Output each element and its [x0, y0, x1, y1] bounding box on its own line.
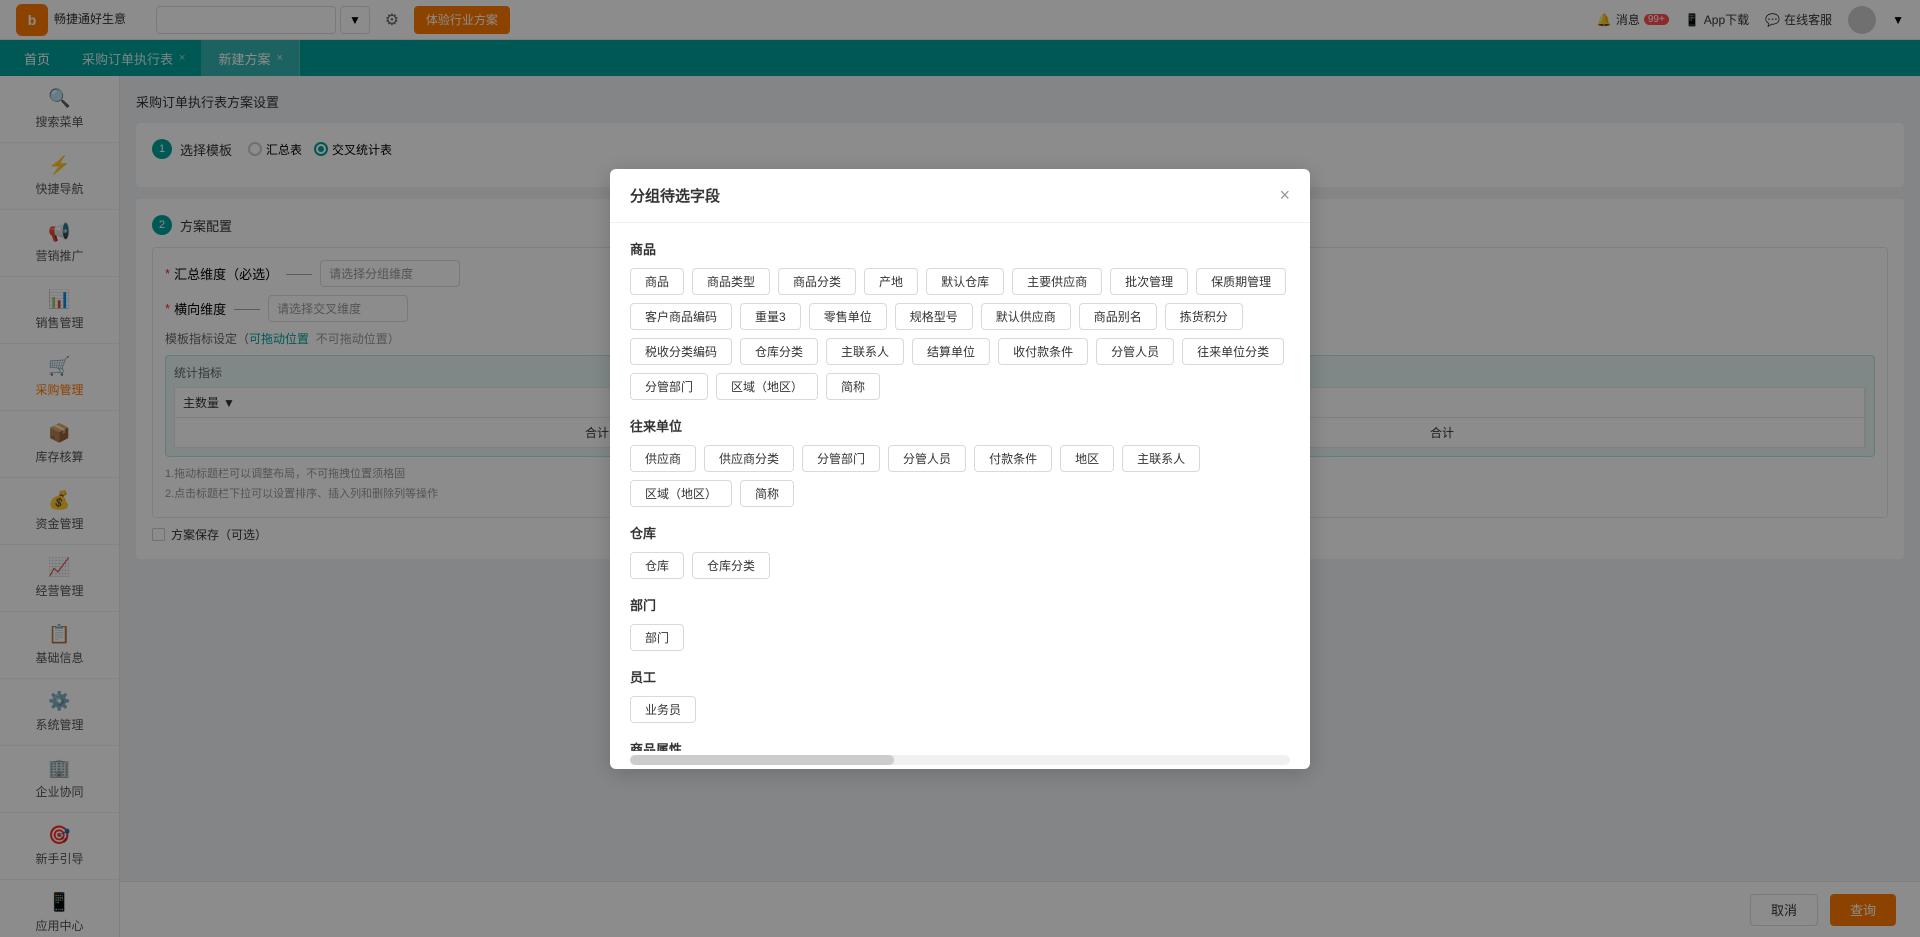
section-employee-title: 员工	[630, 667, 1290, 686]
modal-close-button[interactable]: ×	[1279, 185, 1290, 206]
field-tag-pick-score[interactable]: 拣货积分	[1165, 303, 1243, 330]
field-tag-dept[interactable]: 部门	[630, 624, 684, 651]
section-warehouse: 仓库 仓库 仓库分类	[630, 523, 1290, 579]
field-tag-dept-manage[interactable]: 分管部门	[802, 445, 880, 472]
field-tag-spec-model[interactable]: 规格型号	[895, 303, 973, 330]
section-warehouse-title: 仓库	[630, 523, 1290, 542]
field-tag-product[interactable]: 商品	[630, 268, 684, 295]
field-tag-salesperson[interactable]: 业务员	[630, 696, 696, 723]
field-tag-settlement-unit[interactable]: 结算单位	[912, 338, 990, 365]
field-tag-product-type[interactable]: 商品类型	[692, 268, 770, 295]
field-tag-main-contact-2[interactable]: 主联系人	[1122, 445, 1200, 472]
section-product-attr-title: 商品属性	[630, 739, 1290, 751]
modal-title: 分组待选字段	[630, 185, 720, 206]
section-warehouse-tags: 仓库 仓库分类	[630, 552, 1290, 579]
field-tag-expiry-mgmt[interactable]: 保质期管理	[1196, 268, 1286, 295]
section-partner-tags: 供应商 供应商分类 分管部门 分管人员 付款条件 地区 主联系人 区域（地区） …	[630, 445, 1290, 507]
section-employee-tags: 业务员	[630, 696, 1290, 723]
field-tag-supplier[interactable]: 供应商	[630, 445, 696, 472]
field-tag-staff-manage[interactable]: 分管人员	[888, 445, 966, 472]
section-partner-title: 往来单位	[630, 416, 1290, 435]
field-tag-main-supplier[interactable]: 主要供应商	[1012, 268, 1102, 295]
field-select-modal: 分组待选字段 × 商品 商品 商品类型 商品分类 产地 默认仓库 主要供应商 批…	[610, 169, 1310, 769]
field-tag-product-alias[interactable]: 商品别名	[1079, 303, 1157, 330]
field-tag-batch-mgmt[interactable]: 批次管理	[1110, 268, 1188, 295]
field-tag-supervisor[interactable]: 分管人员	[1096, 338, 1174, 365]
modal-body: 商品 商品 商品类型 商品分类 产地 默认仓库 主要供应商 批次管理 保质期管理…	[610, 223, 1310, 751]
field-tag-abbr[interactable]: 简称	[826, 373, 880, 400]
field-tag-payment-terms[interactable]: 收付款条件	[998, 338, 1088, 365]
field-tag-district[interactable]: 地区	[1060, 445, 1114, 472]
field-tag-payment-cond[interactable]: 付款条件	[974, 445, 1052, 472]
section-product-tags: 商品 商品类型 商品分类 产地 默认仓库 主要供应商 批次管理 保质期管理 客户…	[630, 268, 1290, 400]
field-tag-weight[interactable]: 重量3	[740, 303, 801, 330]
section-department: 部门 部门	[630, 595, 1290, 651]
field-tag-retail-unit[interactable]: 零售单位	[809, 303, 887, 330]
field-tag-region-2[interactable]: 区域（地区）	[630, 480, 732, 507]
section-product: 商品 商品 商品类型 商品分类 产地 默认仓库 主要供应商 批次管理 保质期管理…	[630, 239, 1290, 400]
field-tag-tax-code[interactable]: 税收分类编码	[630, 338, 732, 365]
field-tag-abbr-2[interactable]: 简称	[740, 480, 794, 507]
section-employee: 员工 业务员	[630, 667, 1290, 723]
field-tag-origin[interactable]: 产地	[864, 268, 918, 295]
field-tag-warehouse[interactable]: 仓库	[630, 552, 684, 579]
section-department-title: 部门	[630, 595, 1290, 614]
field-tag-supplier-category[interactable]: 供应商分类	[704, 445, 794, 472]
field-tag-region[interactable]: 区域（地区）	[716, 373, 818, 400]
field-tag-default-supplier[interactable]: 默认供应商	[981, 303, 1071, 330]
section-product-title: 商品	[630, 239, 1290, 258]
modal-header: 分组待选字段 ×	[610, 169, 1310, 223]
field-tag-partner-category[interactable]: 往来单位分类	[1182, 338, 1284, 365]
field-tag-product-category[interactable]: 商品分类	[778, 268, 856, 295]
modal-hscrollbar-thumb	[630, 755, 894, 765]
field-tag-warehouse-category[interactable]: 仓库分类	[740, 338, 818, 365]
section-department-tags: 部门	[630, 624, 1290, 651]
section-partner: 往来单位 供应商 供应商分类 分管部门 分管人员 付款条件 地区 主联系人 区域…	[630, 416, 1290, 507]
field-tag-main-contact[interactable]: 主联系人	[826, 338, 904, 365]
field-tag-customer-code[interactable]: 客户商品编码	[630, 303, 732, 330]
section-product-attr: 商品属性 属性 颜色 多规格 尺码 鞋码 1	[630, 739, 1290, 751]
field-tag-warehouse-cat[interactable]: 仓库分类	[692, 552, 770, 579]
field-tag-default-warehouse[interactable]: 默认仓库	[926, 268, 1004, 295]
modal-hscrollbar[interactable]	[630, 755, 1290, 765]
field-tag-dept-mgmt[interactable]: 分管部门	[630, 373, 708, 400]
modal-overlay: 分组待选字段 × 商品 商品 商品类型 商品分类 产地 默认仓库 主要供应商 批…	[0, 0, 1920, 937]
